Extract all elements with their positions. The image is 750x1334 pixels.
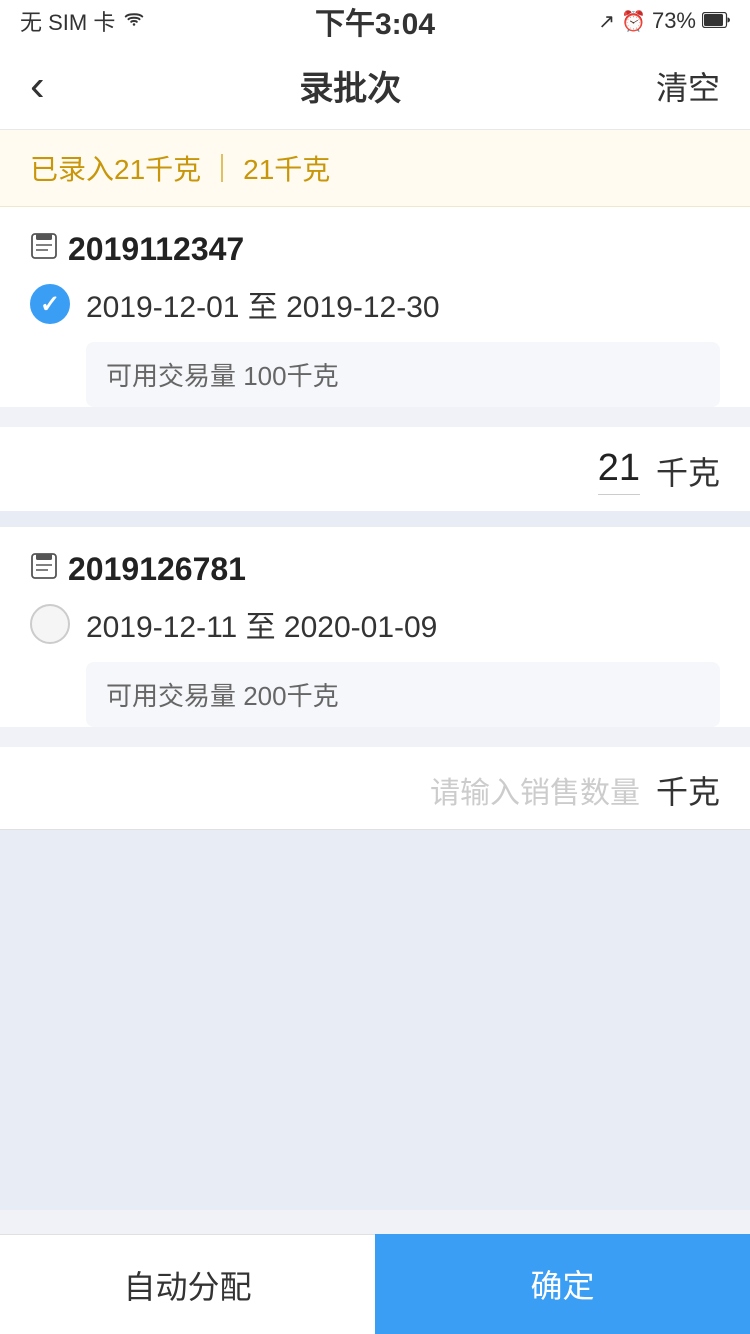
summary-banner: 已录入21千克 21千克 [0,130,750,207]
bottom-bar: 自动分配 确定 [0,1234,750,1334]
status-right: ↗ ⏰ 73% [598,7,730,35]
battery-icon [702,7,730,35]
card-divider-1 [0,511,750,527]
total-text: 21千克 [243,148,330,188]
no-sim-text: 无 SIM 卡 [20,5,115,37]
batch-1-qty-unit: 千克 [656,448,720,494]
batch-2-qty-unit: 千克 [656,767,720,813]
status-bar: 无 SIM 卡 下午3:04 ↗ ⏰ 73% [0,0,750,42]
batch-1-available: 可用交易量 100千克 [86,342,720,407]
recorded-text: 已录入21千克 [30,148,201,188]
status-time: 下午3:04 [315,0,435,42]
confirm-button[interactable]: 确定 [375,1234,750,1334]
batch-1-date: 2019-12-01 至 2019-12-30 [86,282,440,326]
batch-card-2: 2019126781 2019-12-11 至 2020-01-09 可用交易量… [0,527,750,727]
gray-area [0,830,750,1210]
wifi-icon [123,8,145,34]
batch-1-icon [30,232,58,268]
status-left: 无 SIM 卡 [20,5,145,37]
batch-2-date-row[interactable]: 2019-12-11 至 2020-01-09 [30,602,720,646]
location-icon: ↗ [598,9,615,34]
batch-1-id: 2019112347 [68,231,244,268]
batch-2-header: 2019126781 [30,551,720,588]
nav-bar: ‹ 录批次 清空 [0,42,750,130]
alarm-icon: ⏰ [621,9,646,34]
batch-1-header: 2019112347 [30,231,720,268]
battery-percent: 73% [652,8,696,34]
batch-2-input-row: 请输入销售数量 千克 [0,747,750,830]
batch-2-id: 2019126781 [68,551,246,588]
clear-button[interactable]: 清空 [656,63,720,109]
batch-card-1: 2019112347 2019-12-01 至 2019-12-30 可用交易量… [0,207,750,407]
batch-2-date: 2019-12-11 至 2020-01-09 [86,602,437,646]
summary-divider [221,154,223,182]
batch-1-date-row[interactable]: 2019-12-01 至 2019-12-30 [30,282,720,326]
batch-1-qty-value[interactable]: 21 [598,447,640,495]
batch-2-qty-placeholder: 请输入销售数量 [430,768,640,812]
batch-2-radio[interactable] [30,604,70,644]
batch-2-icon [30,552,58,588]
batch-2-available: 可用交易量 200千克 [86,662,720,727]
page-title: 录批次 [299,61,401,110]
back-button[interactable]: ‹ [30,61,45,111]
batch-1-radio[interactable] [30,284,70,324]
auto-distribute-button[interactable]: 自动分配 [0,1234,375,1334]
batch-1-qty-row: 21 千克 [0,427,750,511]
